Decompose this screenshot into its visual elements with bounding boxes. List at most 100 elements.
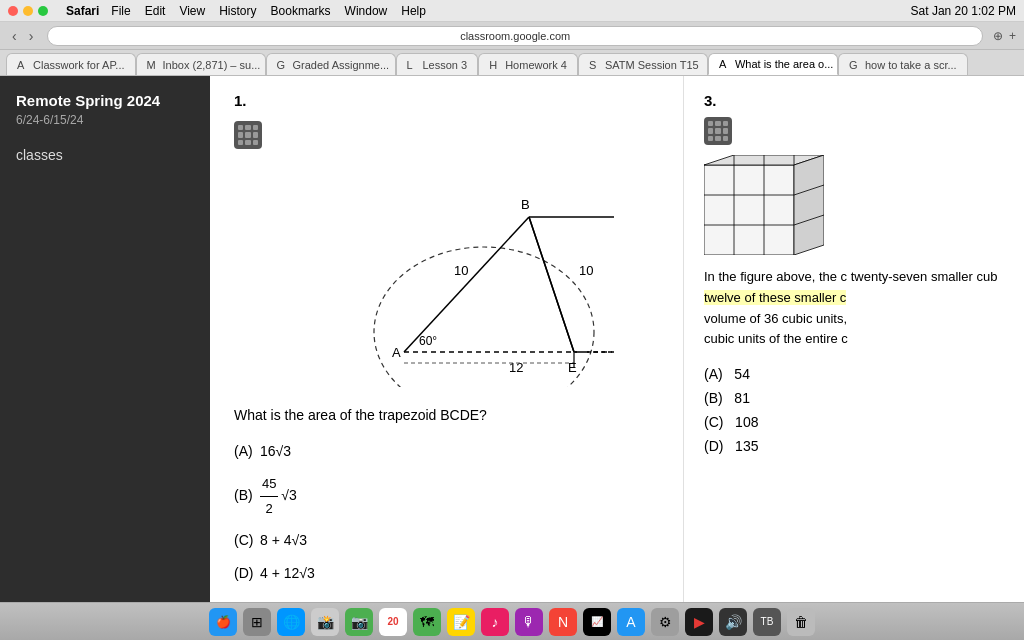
q3-choice-b[interactable]: (B) 81 [704, 390, 1004, 406]
tab-favicon-inbox: M [147, 59, 159, 71]
calc-cell [708, 121, 713, 126]
app-name[interactable]: Safari [66, 4, 99, 18]
tab-lesson3[interactable]: L Lesson 3 [396, 53, 479, 75]
calc-cell [245, 125, 250, 130]
q3-choice-d[interactable]: (D) 135 [704, 438, 1004, 454]
dock-soundboard[interactable]: 🔊 [719, 608, 747, 636]
left-panel: 1. [210, 76, 684, 602]
menubar-items: File Edit View History Bookmarks Window … [111, 4, 426, 18]
sidebar-title: Remote Spring 2024 [16, 92, 194, 109]
q3-choice-a-value: 54 [734, 366, 750, 382]
dock-launchpad[interactable]: ⊞ [243, 608, 271, 636]
choice-c-label: (C) [234, 528, 254, 553]
back-button[interactable]: ‹ [8, 26, 21, 46]
menu-edit[interactable]: Edit [145, 4, 166, 18]
q3-choice-a[interactable]: (A) 54 [704, 366, 1004, 382]
sidebar-section[interactable]: classes [16, 147, 194, 163]
new-tab-icon[interactable]: + [1009, 29, 1016, 43]
choice-d[interactable]: (D) 4 + 12√3 [234, 561, 659, 586]
geometry-figure: 10 10 60° 12 A B C D E [234, 157, 659, 391]
toolbar: ‹ › classroom.google.com ⊕ + [0, 22, 1024, 50]
choice-b-value: 45 2 √3 [260, 472, 297, 520]
svg-rect-11 [704, 165, 794, 255]
dock-quicktime[interactable]: ▶ [685, 608, 713, 636]
dock-news[interactable]: N [549, 608, 577, 636]
forward-button[interactable]: › [25, 26, 38, 46]
calc-cell [238, 132, 243, 137]
browser-tabs: A Classwork for AP... M Inbox (2,871) – … [0, 50, 1024, 76]
choice-d-label: (D) [234, 561, 254, 586]
traffic-lights [8, 6, 48, 16]
tab-favicon-area: A [719, 58, 731, 70]
calc-cell [253, 132, 258, 137]
tab-area[interactable]: A What is the area o... [708, 53, 838, 75]
menu-file[interactable]: File [111, 4, 130, 18]
choice-d-value: 4 + 12√3 [260, 561, 315, 586]
trapezoid-diagram: 10 10 60° 12 A B C D E [234, 157, 614, 387]
close-button[interactable] [8, 6, 18, 16]
calculator-icon-q3 [704, 117, 1004, 145]
q3-choice-b-value: 81 [734, 390, 750, 406]
tab-screenshot[interactable]: G how to take a scr... [838, 53, 968, 75]
choice-c-value: 8 + 4√3 [260, 528, 307, 553]
calc-cell [238, 125, 243, 130]
q3-choice-c[interactable]: (C) 108 [704, 414, 1004, 430]
menu-window[interactable]: Window [345, 4, 388, 18]
tab-homework4[interactable]: H Homework 4 [478, 53, 578, 75]
dock-notes[interactable]: 📝 [447, 608, 475, 636]
choice-a[interactable]: (A) 16√3 [234, 439, 659, 464]
share-icon[interactable]: ⊕ [993, 29, 1003, 43]
dock-appstore[interactable]: A [617, 608, 645, 636]
dock-touchbar[interactable]: TB [753, 608, 781, 636]
sidebar-date: 6/24-6/15/24 [16, 113, 194, 127]
dock-safari[interactable]: 🌐 [277, 608, 305, 636]
tab-satm[interactable]: S SATM Session T15 [578, 53, 708, 75]
side-label-bc: 10 [579, 263, 593, 278]
fullscreen-button[interactable] [38, 6, 48, 16]
point-e-label: E [568, 360, 577, 375]
dock: 🍎 ⊞ 🌐 📸 📷 20 🗺 📝 ♪ 🎙 N 📈 A ⚙ ▶ 🔊 TB 🗑 [0, 602, 1024, 640]
dock-settings[interactable]: ⚙ [651, 608, 679, 636]
question3-choices: (A) 54 (B) 81 (C) 108 (D) 135 [704, 366, 1004, 454]
menu-view[interactable]: View [179, 4, 205, 18]
tab-graded[interactable]: G Graded Assignme... [266, 53, 396, 75]
dock-podcasts[interactable]: 🎙 [515, 608, 543, 636]
menu-bookmarks[interactable]: Bookmarks [271, 4, 331, 18]
dock-trash[interactable]: 🗑 [787, 608, 815, 636]
question3-highlight: twelve of these smaller c [704, 290, 846, 305]
q3-choice-d-value: 135 [735, 438, 758, 454]
dock-stocks[interactable]: 📈 [583, 608, 611, 636]
tab-classwork[interactable]: A Classwork for AP... [6, 53, 136, 75]
choice-b[interactable]: (B) 45 2 √3 [234, 472, 659, 520]
minimize-button[interactable] [23, 6, 33, 16]
address-text: classroom.google.com [460, 30, 570, 42]
q3-choice-c-value: 108 [735, 414, 758, 430]
choice-a-value: 16√3 [260, 439, 291, 464]
choice-c[interactable]: (C) 8 + 4√3 [234, 528, 659, 553]
tab-inbox[interactable]: M Inbox (2,871) – su... [136, 53, 266, 75]
side-label-ab: 10 [454, 263, 468, 278]
svg-point-0 [374, 247, 594, 387]
dock-finder[interactable]: 🍎 [209, 608, 237, 636]
dock-calendar[interactable]: 20 [379, 608, 407, 636]
q3-choice-a-label: (A) [704, 366, 723, 382]
right-panel: 3. [684, 76, 1024, 602]
point-a-label: A [392, 345, 401, 360]
tab-favicon-screenshot: G [849, 59, 861, 71]
menubar: Safari File Edit View History Bookmarks … [0, 0, 1024, 22]
calc-cell [715, 121, 720, 126]
menu-help[interactable]: Help [401, 4, 426, 18]
menu-history[interactable]: History [219, 4, 256, 18]
dock-music[interactable]: ♪ [481, 608, 509, 636]
dock-facetime[interactable]: 📷 [345, 608, 373, 636]
question1-choices: (A) 16√3 (B) 45 2 √3 (C) 8 + 4 [234, 439, 659, 586]
calc-cell [245, 140, 250, 145]
base-label: 12 [509, 360, 523, 375]
calc-cell [253, 140, 258, 145]
address-bar[interactable]: classroom.google.com [47, 26, 983, 46]
dock-photos[interactable]: 📸 [311, 608, 339, 636]
main-layout: Remote Spring 2024 6/24-6/15/24 classes … [0, 76, 1024, 602]
calculator-icon-q1 [234, 121, 262, 149]
dock-maps[interactable]: 🗺 [413, 608, 441, 636]
q3-choice-c-label: (C) [704, 414, 723, 430]
